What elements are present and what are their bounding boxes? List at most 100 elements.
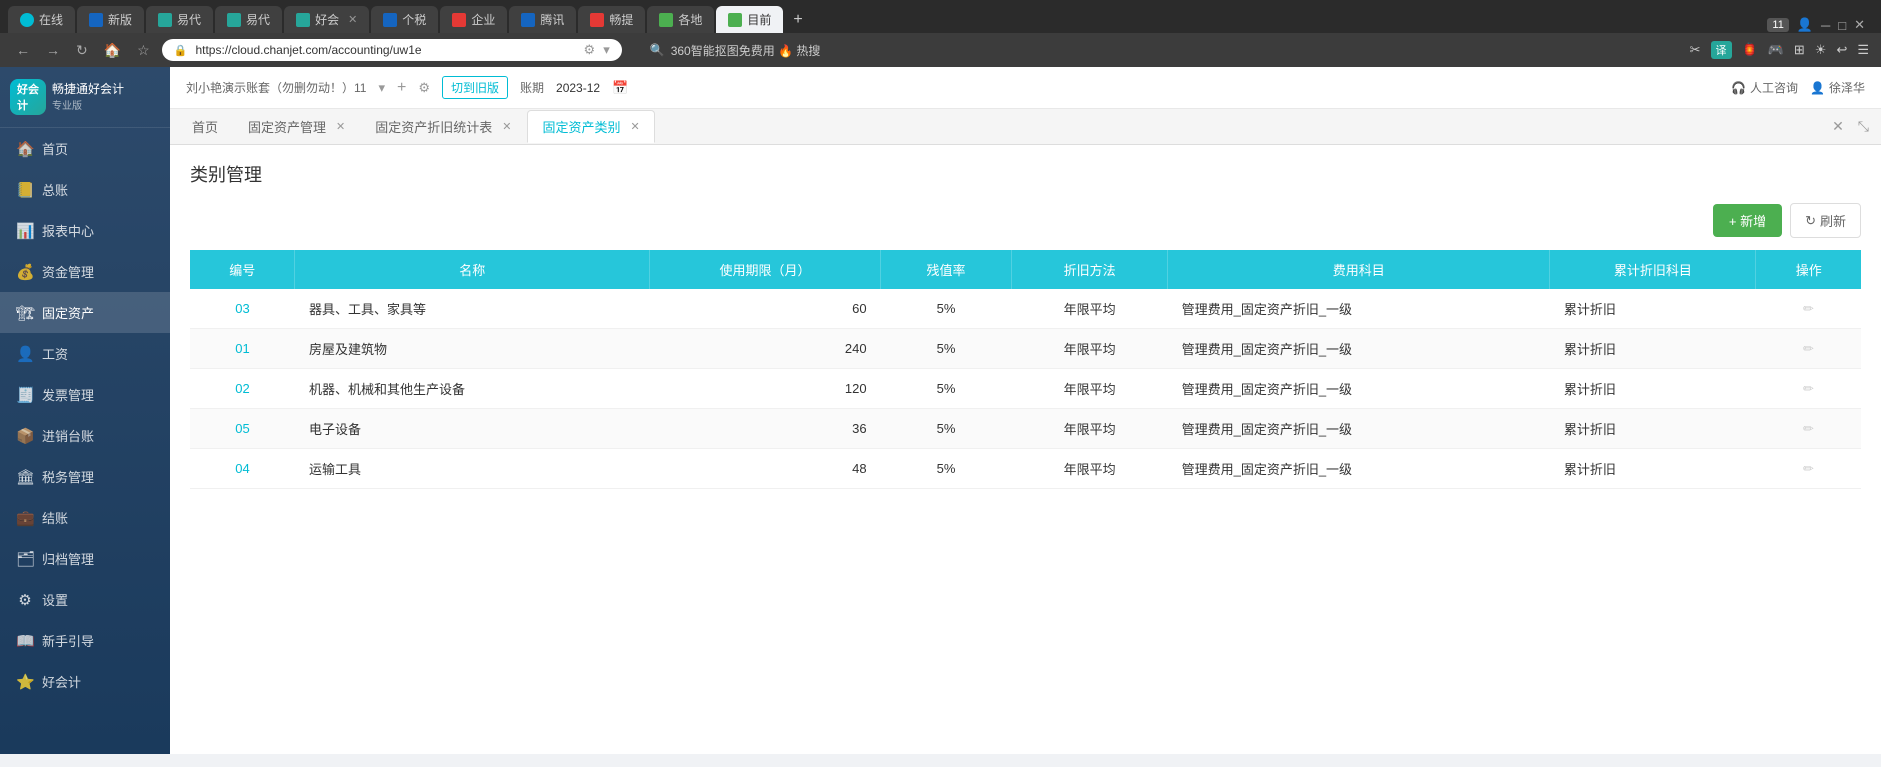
- sidebar-item-inventory[interactable]: 📦 进销台账: [0, 415, 170, 456]
- browser-tab-yidai2[interactable]: 易代: [215, 6, 282, 33]
- sun-icon[interactable]: ☀: [1815, 42, 1827, 58]
- url-dropdown-icon[interactable]: ▾: [603, 42, 610, 58]
- col-header-accum: 累计折旧科目: [1550, 250, 1756, 289]
- browser-tab-muqian[interactable]: 目前: [716, 6, 783, 33]
- table-row: 04 运输工具 48 5% 年限平均 管理费用_固定资产折旧_一级 累计折旧 ✏: [190, 449, 1861, 489]
- browser-tab-qiye[interactable]: 企业: [440, 6, 507, 33]
- browser-tab-haohui[interactable]: 好会 ✕: [284, 6, 369, 33]
- coupon-icon[interactable]: 🏮: [1742, 42, 1758, 58]
- forward-button[interactable]: →: [42, 40, 64, 60]
- browser-tab-geshui[interactable]: 个税: [371, 6, 438, 33]
- undo-icon[interactable]: ↩: [1836, 42, 1847, 58]
- browser-tab-label: 畅提: [609, 11, 633, 28]
- sidebar-item-label: 发票管理: [42, 385, 94, 404]
- sidebar-item-fixed-assets[interactable]: 🏗 固定资产: [0, 292, 170, 333]
- edit-button[interactable]: ✏: [1803, 461, 1814, 476]
- browser-tab-zaixin[interactable]: 在线: [8, 6, 75, 33]
- sidebar-item-settings[interactable]: ⚙ 设置: [0, 579, 170, 620]
- cell-name: 器具、工具、家具等: [295, 289, 649, 329]
- sidebar-item-settlement[interactable]: 💼 结账: [0, 497, 170, 538]
- browser-tab-label: 新版: [108, 11, 132, 28]
- calendar-icon[interactable]: 📅: [612, 80, 628, 96]
- account-name: 刘小艳演示账套（勿删勿动！）11: [186, 79, 366, 96]
- address-bar: ← → ↻ 🏠 ☆ 🔒 https://cloud.chanjet.com/ac…: [0, 33, 1881, 67]
- browser-tab-label: 企业: [471, 11, 495, 28]
- sidebar-item-invoice[interactable]: 🧾 发票管理: [0, 374, 170, 415]
- browser-tab-yidai1[interactable]: 易代: [146, 6, 213, 33]
- cell-method: 年限平均: [1012, 409, 1168, 449]
- edit-button[interactable]: ✏: [1803, 341, 1814, 356]
- new-tab-button[interactable]: +: [785, 7, 810, 33]
- sidebar-item-haohui[interactable]: ⭐ 好会计: [0, 661, 170, 702]
- cell-method: 年限平均: [1012, 369, 1168, 409]
- sidebar-item-tax[interactable]: 🏛 税务管理: [0, 456, 170, 497]
- reports-icon: 📊: [16, 222, 34, 240]
- edit-button[interactable]: ✏: [1803, 301, 1814, 316]
- consultant-button[interactable]: 🎧 人工咨询: [1731, 79, 1798, 96]
- add-account-button[interactable]: +: [397, 79, 406, 97]
- home-button[interactable]: 🏠: [100, 40, 125, 61]
- edit-button[interactable]: ✏: [1803, 381, 1814, 396]
- url-site-settings-icon[interactable]: ⚙: [584, 42, 596, 58]
- game-icon[interactable]: 🎮: [1768, 42, 1784, 58]
- sidebar-item-home[interactable]: 🏠 首页: [0, 128, 170, 169]
- reload-button[interactable]: ↻: [72, 40, 92, 61]
- cell-accum: 累计折旧: [1550, 449, 1756, 489]
- page-tab-close[interactable]: ✕: [336, 120, 345, 133]
- bookmark-button[interactable]: ☆: [133, 40, 154, 61]
- table-row: 05 电子设备 36 5% 年限平均 管理费用_固定资产折旧_一级 累计折旧 ✏: [190, 409, 1861, 449]
- sidebar-item-archive[interactable]: 🗂 归档管理: [0, 538, 170, 579]
- sidebar-item-general-ledger[interactable]: 📒 总账: [0, 169, 170, 210]
- browser-tab-close[interactable]: ✕: [348, 13, 357, 26]
- minimize-icon[interactable]: ─: [1821, 18, 1830, 33]
- cell-code[interactable]: 02: [190, 369, 295, 409]
- page-tab-close[interactable]: ✕: [631, 120, 640, 133]
- browser-tab-changti[interactable]: 畅提: [578, 6, 645, 33]
- back-button[interactable]: ←: [12, 40, 34, 60]
- page-tab-close[interactable]: ✕: [502, 120, 511, 133]
- cell-code[interactable]: 04: [190, 449, 295, 489]
- settings-header-icon[interactable]: ⚙: [418, 80, 430, 96]
- close-tab-icon[interactable]: ✕: [1828, 116, 1848, 137]
- expand-tab-icon[interactable]: ⤡: [1854, 116, 1873, 137]
- cell-period: 60: [649, 289, 880, 329]
- header-right: 🎧 人工咨询 👤 徐泽华: [1731, 79, 1865, 96]
- table-row: 02 机器、机械和其他生产设备 120 5% 年限平均 管理费用_固定资产折旧_…: [190, 369, 1861, 409]
- col-header-expense: 费用科目: [1168, 250, 1550, 289]
- switch-version-button[interactable]: 切到旧版: [442, 76, 508, 99]
- browser-tab-gedi[interactable]: 各地: [647, 6, 714, 33]
- close-window-icon[interactable]: ✕: [1854, 17, 1865, 33]
- sidebar-item-guide[interactable]: 📖 新手引导: [0, 620, 170, 661]
- url-input[interactable]: 🔒 https://cloud.chanjet.com/accounting/u…: [162, 39, 622, 61]
- browser-tab-label: 各地: [678, 11, 702, 28]
- cell-name: 运输工具: [295, 449, 649, 489]
- scissors-icon[interactable]: ✂: [1690, 42, 1701, 58]
- page-tab-asset-category[interactable]: 固定资产类别 ✕: [527, 110, 654, 143]
- sidebar-item-funds[interactable]: 💰 资金管理: [0, 251, 170, 292]
- cell-code[interactable]: 03: [190, 289, 295, 329]
- tab-count-badge: 11: [1767, 18, 1788, 32]
- cell-code[interactable]: 05: [190, 409, 295, 449]
- browser-tab-tengxun[interactable]: 腾讯: [509, 6, 576, 33]
- translate-icon[interactable]: 译: [1711, 41, 1732, 59]
- page-tab-label: 固定资产类别: [542, 117, 620, 136]
- add-category-button[interactable]: + 新增: [1713, 204, 1782, 237]
- browser-tab-xinban[interactable]: 新版: [77, 6, 144, 33]
- page-tab-fixed-assets-mgmt[interactable]: 固定资产管理 ✕: [234, 111, 359, 142]
- user-profile-button[interactable]: 👤 徐泽华: [1810, 79, 1865, 96]
- browser-toolbar: ✂ 译 🏮 🎮 ⊞ ☀ ↩ ☰: [1690, 41, 1869, 59]
- sidebar-item-label: 结账: [42, 508, 68, 527]
- browser-tab-label: 目前: [747, 11, 771, 28]
- page-tab-depreciation-table[interactable]: 固定资产折旧统计表 ✕: [361, 111, 525, 142]
- col-header-name: 名称: [295, 250, 649, 289]
- refresh-button[interactable]: ↻ 刷新: [1790, 203, 1861, 238]
- sidebar-item-payroll[interactable]: 👤 工资: [0, 333, 170, 374]
- dropdown-icon[interactable]: ▾: [378, 80, 385, 96]
- page-tab-home[interactable]: 首页: [178, 111, 232, 142]
- maximize-icon[interactable]: □: [1838, 18, 1846, 33]
- cell-code[interactable]: 01: [190, 329, 295, 369]
- grid-icon[interactable]: ⊞: [1794, 42, 1805, 58]
- edit-button[interactable]: ✏: [1803, 421, 1814, 436]
- sidebar-item-reports[interactable]: 📊 报表中心: [0, 210, 170, 251]
- menu-icon[interactable]: ☰: [1857, 42, 1869, 58]
